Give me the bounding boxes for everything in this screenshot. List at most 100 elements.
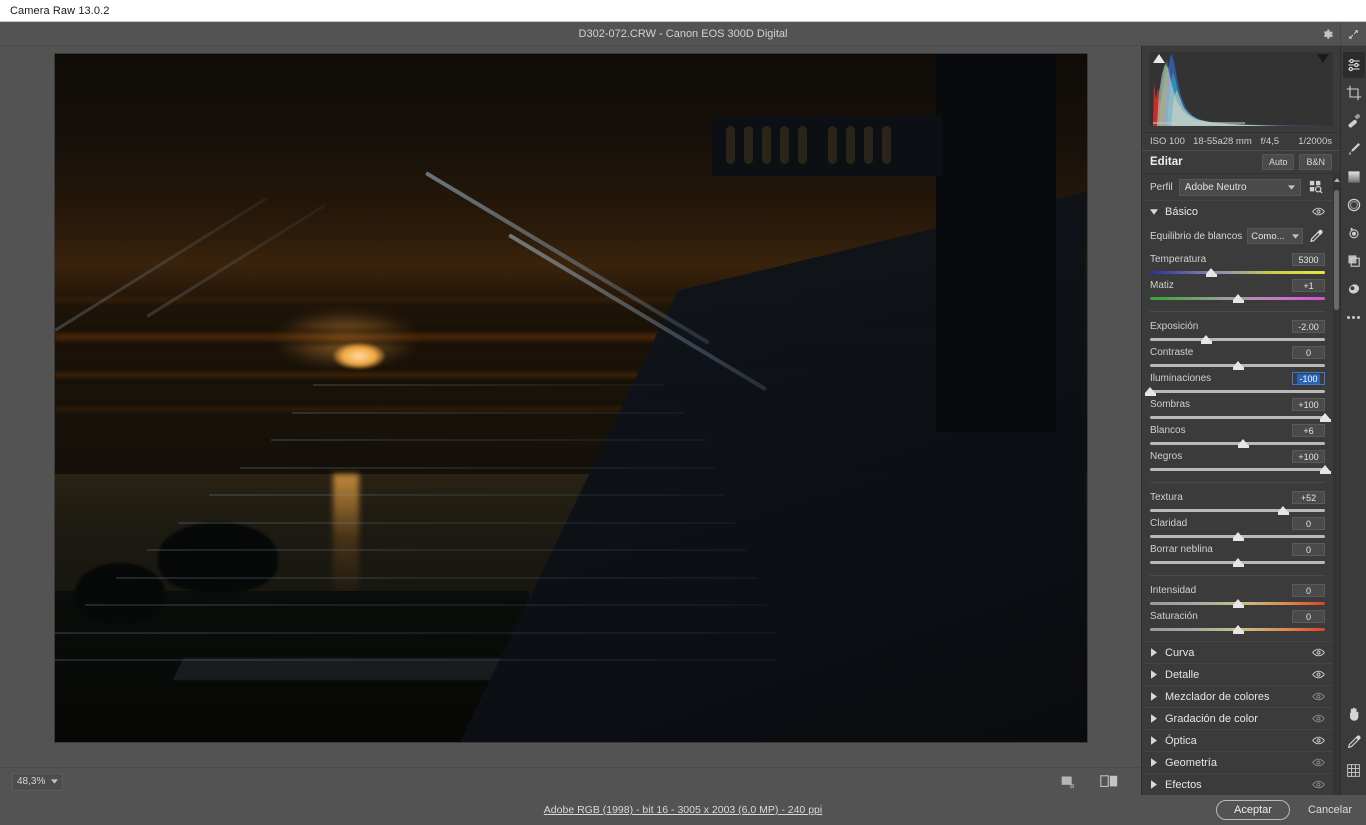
preferences-button[interactable] [1314,22,1340,46]
visibility-toggle-detalle[interactable] [1311,670,1325,679]
slider-value-input[interactable]: 0 [1292,543,1325,556]
slider-knob[interactable] [1145,387,1156,396]
white-balance-select[interactable]: Como... [1247,228,1304,244]
slider-value-input[interactable]: +100 [1292,398,1325,411]
slider-value-input[interactable]: +1 [1292,279,1325,292]
graduated-filter-button[interactable] [1343,164,1365,190]
slider-track[interactable] [1150,294,1325,303]
section-header-basico[interactable]: Básico [1142,200,1333,222]
slider-track[interactable] [1150,335,1325,344]
slider-value-input[interactable]: 0 [1292,584,1325,597]
section-header-mezclador-de-colores[interactable]: Mezclador de colores [1142,685,1333,707]
slider-knob[interactable] [1237,439,1249,448]
slider-track[interactable] [1150,625,1325,634]
slider-track[interactable] [1150,465,1331,474]
raw-photo-preview[interactable] [54,54,1087,742]
before-after-button[interactable] [1095,772,1123,792]
section-header-geometr-a[interactable]: Geometría [1142,751,1333,773]
slider-track[interactable] [1150,268,1325,277]
slider-track[interactable] [1150,558,1325,567]
slider-knob[interactable] [1232,532,1244,541]
workflow-options-link[interactable]: Adobe RGB (1998) - bit 16 - 3005 x 2003 … [544,804,822,816]
slider-value-input[interactable]: -100 [1292,372,1325,385]
slider-knob[interactable] [1201,335,1212,344]
section-header-curva[interactable]: Curva [1142,641,1333,663]
highlight-clipping-icon[interactable] [1317,54,1329,63]
profile-browser-button[interactable] [1307,179,1325,196]
slider-track[interactable] [1150,413,1331,422]
adjustment-brush-button[interactable] [1343,136,1365,162]
slider-blancos[interactable]: Blancos +6 [1150,423,1325,448]
profile-select[interactable]: Adobe Neutro [1178,178,1301,196]
visibility-toggle-mezclador-de-colores[interactable] [1311,692,1325,701]
slider-value-input[interactable]: +6 [1292,424,1325,437]
slider-knob[interactable] [1278,506,1289,515]
cancel-button[interactable]: Cancelar [1308,804,1352,816]
slider-track[interactable] [1145,387,1325,396]
scroll-up-arrow[interactable] [1333,174,1340,186]
slider-knob[interactable] [1232,625,1244,634]
single-view-button[interactable] [1053,772,1081,792]
slider-iluminaciones[interactable]: Iluminaciones -100 [1145,371,1325,396]
visibility-toggle-curva[interactable] [1311,648,1325,657]
slider-value-input[interactable]: +52 [1292,491,1325,504]
slider-value-input[interactable]: 0 [1292,610,1325,623]
zoom-level-selector[interactable]: 48,3% [12,772,64,791]
slider-claridad[interactable]: Claridad 0 [1150,516,1325,541]
auto-button[interactable]: Auto [1261,154,1295,170]
crop-tool-button[interactable] [1343,80,1365,106]
slider-value-input[interactable]: +100 [1292,450,1325,463]
visibility-toggle-efectos[interactable] [1311,780,1325,789]
more-options-button[interactable] [1343,304,1365,330]
presets-button[interactable] [1343,248,1365,274]
bw-button[interactable]: B&N [1299,154,1332,170]
slider-value-input[interactable]: -2.00 [1292,320,1325,333]
slider-knob[interactable] [1320,413,1331,422]
section-header-detalle[interactable]: Detalle [1142,663,1333,685]
slider-matiz[interactable]: Matiz +1 [1150,278,1325,303]
hand-tool-button[interactable] [1343,701,1365,727]
visibility-toggle--ptica[interactable] [1311,736,1325,745]
histogram-graph[interactable] [1149,52,1333,126]
slider-exposici-n[interactable]: Exposición -2.00 [1150,319,1325,344]
slider-value-input[interactable]: 5300 [1292,253,1325,266]
scrollbar-thumb[interactable] [1334,190,1339,310]
histogram-panel[interactable] [1142,46,1340,132]
slider-textura[interactable]: Textura +52 [1150,490,1325,515]
section-header-gradaci-n-de-color[interactable]: Gradación de color [1142,707,1333,729]
slider-track[interactable] [1150,361,1325,370]
white-balance-eyedropper-button[interactable] [1308,229,1324,243]
slider-track[interactable] [1150,599,1325,608]
visibility-toggle-geometr-a[interactable] [1311,758,1325,767]
image-canvas-area[interactable] [0,46,1141,767]
slider-contraste[interactable]: Contraste 0 [1150,345,1325,370]
slider-knob[interactable] [1232,558,1244,567]
grid-toggle-button[interactable] [1343,757,1365,783]
slider-saturaci-n[interactable]: Saturación 0 [1150,609,1325,634]
slider-temperatura[interactable]: Temperatura 5300 [1150,252,1325,277]
section-header--ptica[interactable]: Óptica [1142,729,1333,751]
slider-track[interactable] [1150,506,1325,515]
healing-tool-button[interactable] [1343,108,1365,134]
slider-intensidad[interactable]: Intensidad 0 [1150,583,1325,608]
edit-tool-button[interactable] [1342,52,1365,78]
color-sampler-button[interactable] [1343,729,1365,755]
slider-value-input[interactable]: 0 [1292,346,1325,359]
red-eye-button[interactable] [1343,220,1365,246]
fullscreen-button[interactable] [1340,22,1366,46]
section-header-efectos[interactable]: Efectos [1142,773,1333,795]
slider-knob[interactable] [1232,294,1244,303]
slider-knob[interactable] [1232,599,1244,608]
slider-track[interactable] [1150,532,1325,541]
slider-knob[interactable] [1206,268,1218,277]
slider-knob[interactable] [1232,361,1244,370]
slider-sombras[interactable]: Sombras +100 [1150,397,1331,422]
slider-track[interactable] [1150,439,1325,448]
slider-knob[interactable] [1320,465,1331,474]
snapshots-button[interactable] [1343,276,1365,302]
visibility-toggle-basico[interactable] [1311,207,1325,216]
visibility-toggle-gradaci-n-de-color[interactable] [1311,714,1325,723]
radial-filter-button[interactable] [1343,192,1365,218]
edit-panel-scrollbar[interactable] [1333,174,1340,795]
shadow-clipping-icon[interactable] [1153,54,1165,63]
